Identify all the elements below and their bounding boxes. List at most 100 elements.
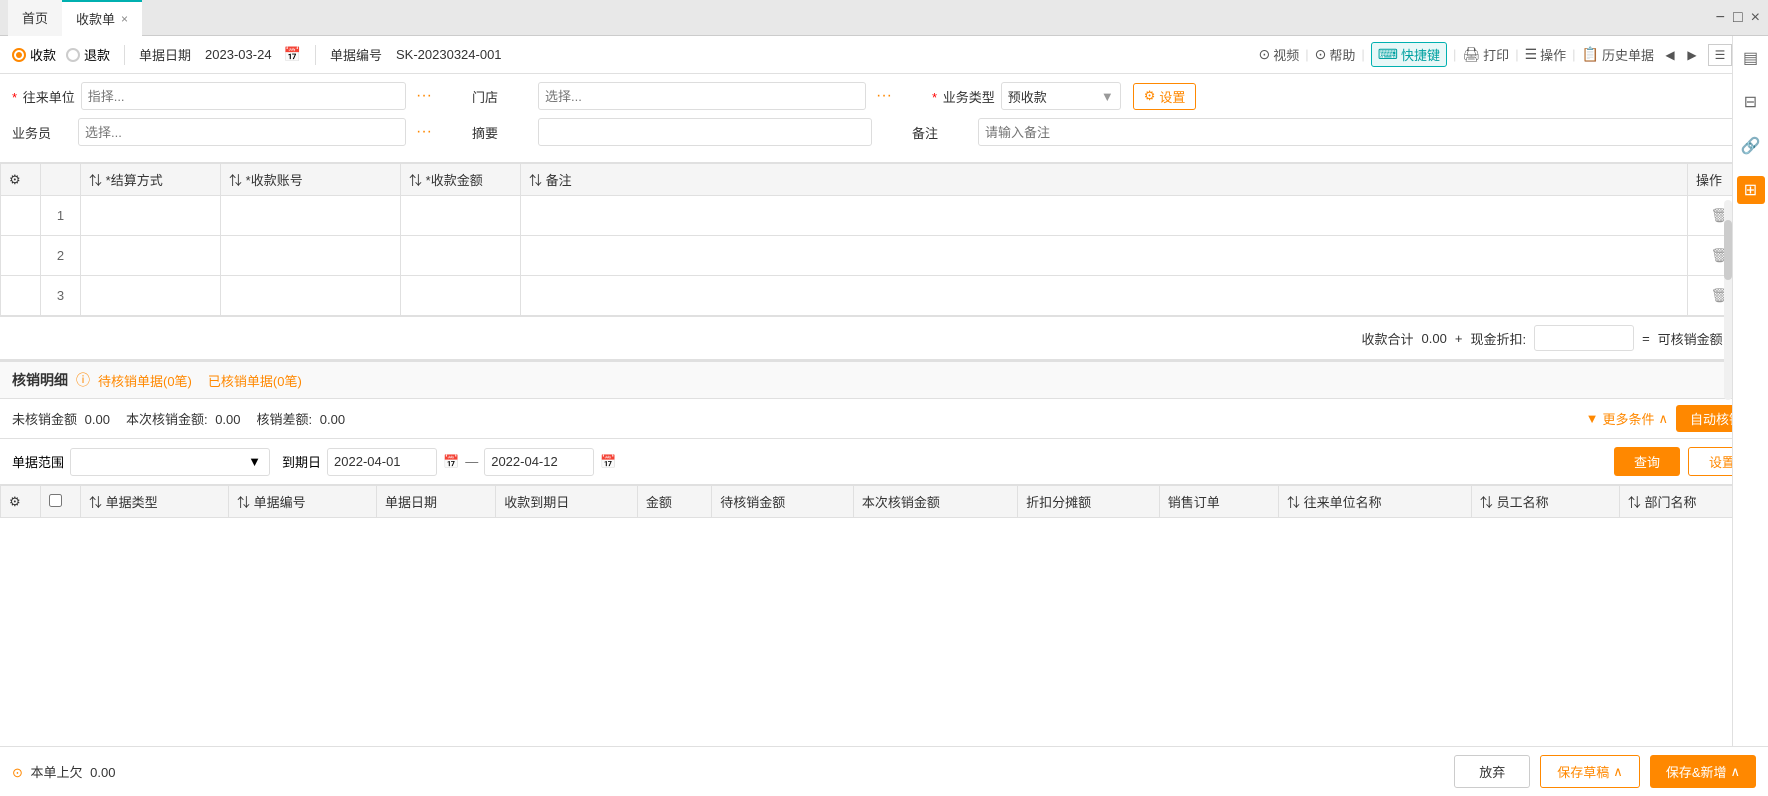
help-btn[interactable]: ⊙ 帮助 xyxy=(1315,45,1356,64)
nav-next[interactable]: ▶ xyxy=(1682,45,1702,65)
calendar-icon[interactable]: 📅 xyxy=(284,46,301,63)
row2-remark[interactable] xyxy=(521,236,1688,276)
save-new-arrow: ∧ xyxy=(1730,764,1740,780)
sidebar-expand-icon[interactable]: ⊞ xyxy=(1737,176,1765,204)
row3-account[interactable] xyxy=(221,276,401,316)
more-conditions-btn[interactable]: ▼ 更多条件 ∧ xyxy=(1586,409,1668,428)
radio-receipt-circle xyxy=(12,48,26,62)
shortcut-label: 快捷键 xyxy=(1401,45,1440,64)
view-list-btn[interactable]: ☰ xyxy=(1708,44,1732,66)
store-input[interactable] xyxy=(538,82,866,110)
equals-sign: = xyxy=(1642,331,1650,346)
filter-icon: ▼ xyxy=(1586,411,1599,426)
operations-btn[interactable]: ☰ 操作 xyxy=(1525,45,1567,64)
row1-payment[interactable] xyxy=(81,196,221,236)
remark-input[interactable] xyxy=(978,118,1756,146)
row3-payment[interactable] xyxy=(81,276,221,316)
calendar-from-icon[interactable]: 📅 xyxy=(443,454,459,470)
save-draft-btn[interactable]: 保存草稿 ∧ xyxy=(1540,755,1640,788)
done-tab-link[interactable]: 已核销单据(0笔) xyxy=(208,371,302,390)
bottom-table-area: ⚙ ⇅ 单据类型 ⇅ 单据编号 单据日期 xyxy=(0,485,1768,518)
main-table-area: ⚙ ⇅ *结算方式 ⇅ *收款账号 ⇅ *收款金额 xyxy=(0,163,1768,317)
settings-icon: ⚙ xyxy=(9,172,21,187)
form-row-2: 业务员 ··· 摘要 备注 xyxy=(12,118,1756,146)
sidebar-table-icon[interactable]: ▤ xyxy=(1737,44,1765,72)
divider-2 xyxy=(315,45,316,65)
bottom-bar: ⊙ 本单上欠 0.00 放弃 保存草稿 ∧ 保存&新增 ∧ xyxy=(0,746,1768,796)
counterpart-more-btn[interactable]: ··· xyxy=(416,87,432,105)
bottom-actions: 放弃 保存草稿 ∧ 保存&新增 ∧ xyxy=(1454,755,1756,788)
row3-remark[interactable] xyxy=(521,276,1688,316)
discard-btn[interactable]: 放弃 xyxy=(1454,755,1530,788)
current-verify-label: 本次核销金额: 0.00 xyxy=(126,409,241,428)
staff-input[interactable] xyxy=(78,118,406,146)
radio-receipt[interactable]: 收款 xyxy=(12,45,56,64)
sidebar-link-icon[interactable]: 🔗 xyxy=(1737,132,1765,160)
minimize-icon[interactable]: − xyxy=(1716,9,1725,27)
date-from-input[interactable] xyxy=(327,448,437,476)
save-draft-label: 保存草稿 xyxy=(1557,762,1609,781)
docnum-sort-icon: ⇅ xyxy=(237,495,250,510)
business-type-select[interactable]: 预收款 ▼ xyxy=(1001,82,1121,110)
dept-sort-icon: ⇅ xyxy=(1628,495,1641,510)
table-row: 2 🗑 ⧉ xyxy=(1,236,1768,276)
bottom-spacer xyxy=(0,518,1768,562)
tab-bar: 首页 收款单 × − □ × xyxy=(0,0,1768,36)
row2-payment[interactable] xyxy=(81,236,221,276)
right-sidebar: ▤ ⊟ 🔗 ⊞ xyxy=(1732,36,1768,796)
business-type-field: * 业务类型 预收款 ▼ xyxy=(932,82,1121,110)
doctype-sort-icon: ⇅ xyxy=(89,495,102,510)
row2-account[interactable] xyxy=(221,236,401,276)
range-select[interactable]: ▼ xyxy=(70,448,270,476)
verification-info-icon[interactable]: ⓘ xyxy=(76,370,90,390)
staff-more-btn[interactable]: ··· xyxy=(416,123,432,141)
unchecked-label: 未核销金额 0.00 xyxy=(12,409,110,428)
maximize-icon[interactable]: □ xyxy=(1733,9,1743,27)
row1-settings xyxy=(1,196,41,236)
range-label: 单据范围 xyxy=(12,452,64,471)
video-btn[interactable]: ⊙ 视频 xyxy=(1258,45,1299,64)
bt-col-settings[interactable]: ⚙ xyxy=(1,486,41,518)
plus-sign: + xyxy=(1455,331,1463,346)
row2-amount[interactable] xyxy=(401,236,521,276)
store-more-btn[interactable]: ··· xyxy=(876,87,892,105)
history-btn[interactable]: 📋 历史单据 xyxy=(1582,45,1654,64)
nav-prev[interactable]: ◀ xyxy=(1660,45,1680,65)
save-new-btn[interactable]: 保存&新增 ∧ xyxy=(1650,755,1756,788)
select-all-checkbox[interactable] xyxy=(49,494,62,507)
close-icon[interactable]: × xyxy=(1751,9,1760,27)
bt-col-counterpart: ⇅ 往来单位名称 xyxy=(1279,486,1472,518)
radio-refund[interactable]: 退款 xyxy=(66,45,110,64)
scrollbar-thumb[interactable] xyxy=(1724,220,1732,280)
col-settings-header[interactable]: ⚙ xyxy=(1,164,41,196)
counterpart-input[interactable] xyxy=(81,82,406,110)
tab-home[interactable]: 首页 xyxy=(8,0,62,36)
summary-input[interactable] xyxy=(538,118,872,146)
history-label: 历史单据 xyxy=(1602,45,1654,64)
row1-num: 1 xyxy=(41,196,81,236)
bt-col-sales: 销售订单 xyxy=(1159,486,1278,518)
tab-receipt[interactable]: 收款单 × xyxy=(62,0,142,36)
row1-amount[interactable] xyxy=(401,196,521,236)
calendar-to-icon[interactable]: 📅 xyxy=(600,454,616,470)
col-num-header xyxy=(41,164,81,196)
shortcut-btn[interactable]: ⌨ 快捷键 xyxy=(1371,42,1447,67)
bt-col-checkbox xyxy=(41,486,81,518)
date-to-input[interactable] xyxy=(484,448,594,476)
query-btn[interactable]: 查询 xyxy=(1614,447,1680,476)
radio-refund-label: 退款 xyxy=(84,45,110,64)
pending-tab-link[interactable]: 待核销单据(0笔) xyxy=(98,371,192,390)
print-btn[interactable]: 🖨 打印 xyxy=(1462,45,1509,64)
date-value: 2023-03-24 xyxy=(205,47,272,62)
bt-col-duedate: 收款到期日 xyxy=(496,486,638,518)
form-settings-btn[interactable]: ⚙ 设置 xyxy=(1133,83,1197,110)
row1-account[interactable] xyxy=(221,196,401,236)
row1-remark[interactable] xyxy=(521,196,1688,236)
row3-amount[interactable] xyxy=(401,276,521,316)
sidebar-list-icon[interactable]: ⊟ xyxy=(1737,88,1765,116)
tab-close-icon[interactable]: × xyxy=(121,12,128,26)
scrollbar[interactable] xyxy=(1724,200,1732,400)
number-label: 单据编号 xyxy=(330,45,382,64)
discount-input[interactable] xyxy=(1534,325,1634,351)
tab-receipt-label: 收款单 xyxy=(76,9,115,28)
